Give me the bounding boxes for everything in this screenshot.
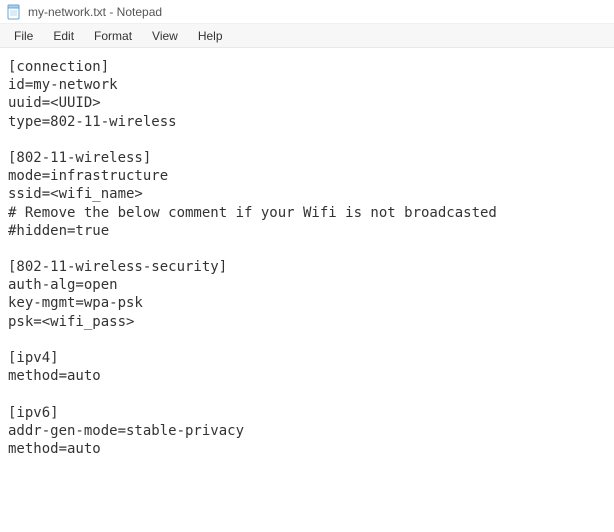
menu-file[interactable]: File: [4, 26, 43, 46]
menu-edit[interactable]: Edit: [43, 26, 84, 46]
menubar: File Edit Format View Help: [0, 24, 614, 48]
titlebar: my-network.txt - Notepad: [0, 0, 614, 24]
window-title: my-network.txt - Notepad: [28, 5, 162, 19]
text-editor[interactable]: [connection] id=my-network uuid=<UUID> t…: [0, 48, 614, 532]
menu-help[interactable]: Help: [188, 26, 233, 46]
menu-format[interactable]: Format: [84, 26, 142, 46]
notepad-icon: [6, 4, 22, 20]
menu-view[interactable]: View: [142, 26, 188, 46]
